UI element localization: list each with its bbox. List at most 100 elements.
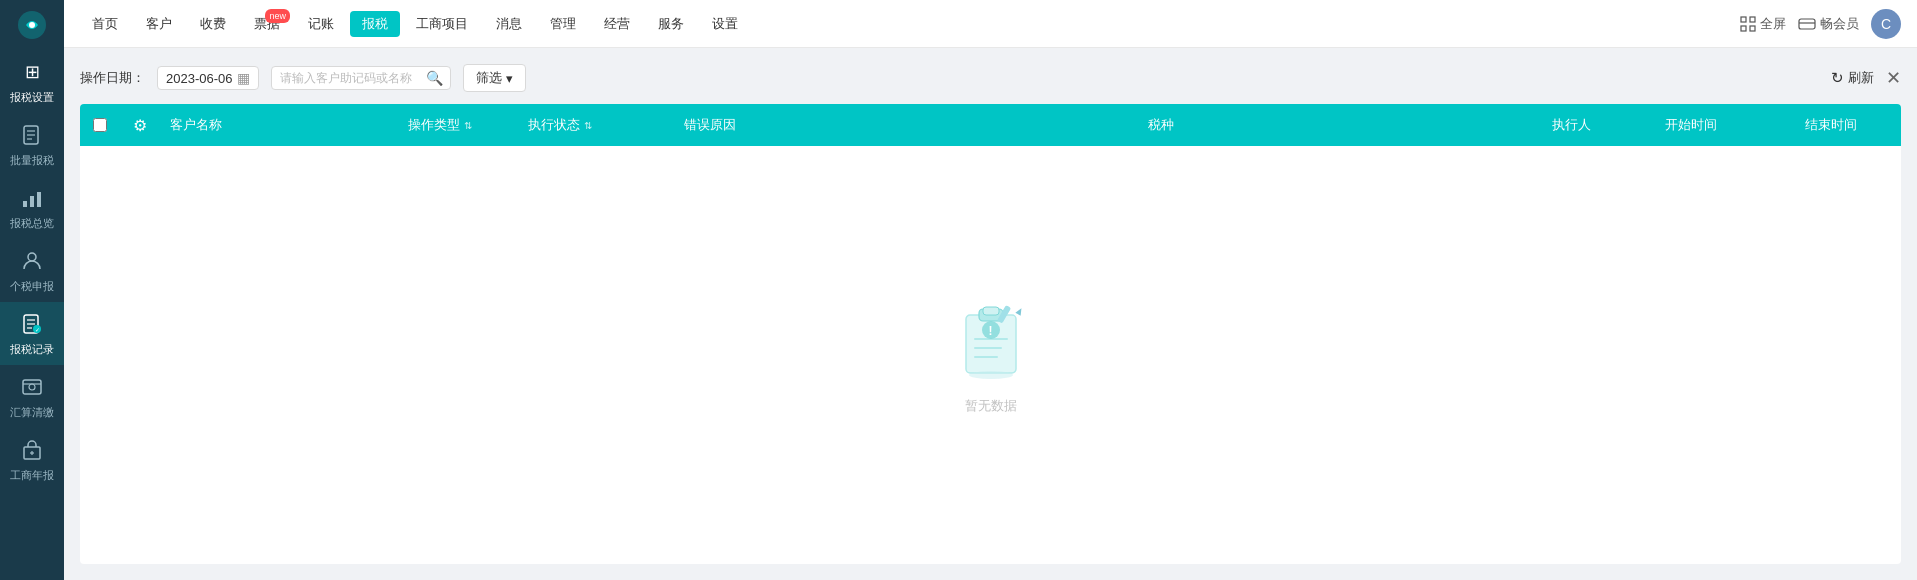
huisuan-jiaona-icon — [18, 373, 46, 401]
nav-item-piaoju[interactable]: 票据 new — [242, 11, 292, 37]
sidebar-item-label: 报税总览 — [10, 216, 54, 231]
svg-rect-26 — [1799, 19, 1815, 29]
refresh-button[interactable]: ↻ 刷新 — [1831, 69, 1874, 87]
svg-point-38 — [969, 371, 1013, 379]
sidebar-item-label: 报税设置 — [10, 90, 54, 105]
nav-item-baoshui[interactable]: 报税 — [350, 11, 400, 37]
sidebar-item-label: 工商年报 — [10, 468, 54, 483]
svg-point-9 — [28, 253, 36, 261]
svg-rect-23 — [1750, 17, 1755, 22]
sidebar-item-gesui-shenbao[interactable]: 个税申报 — [0, 239, 64, 302]
calendar-icon: ▦ — [237, 70, 250, 86]
gongshang-nianbao-icon — [18, 436, 46, 464]
piliang-baoshui-icon — [18, 121, 46, 149]
date-value: 2023-06-06 — [166, 71, 233, 86]
refresh-icon: ↻ — [1831, 69, 1844, 87]
svg-rect-16 — [23, 380, 41, 394]
date-label: 操作日期： — [80, 69, 145, 87]
new-badge: new — [265, 9, 290, 23]
table-body-empty: ! 暂无数据 — [80, 146, 1901, 564]
fullscreen-icon — [1740, 16, 1756, 32]
nav-items: 首页 客户 收费 票据 new 记账 报税 工商项目 消息 管理 经营 服务 设… — [80, 11, 1740, 37]
date-input-wrap[interactable]: 2023-06-06 ▦ — [157, 66, 259, 90]
sidebar-item-baoshui-zonlan[interactable]: 报税总览 — [0, 176, 64, 239]
content-area: 操作日期： 2023-06-06 ▦ 🔍 筛选 ▾ ↻ 刷新 — [64, 48, 1917, 580]
app-logo — [0, 0, 64, 50]
nav-item-fuwu[interactable]: 服务 — [646, 11, 696, 37]
th-zhixing-zhuangtai[interactable]: 执行状态 ⇅ — [500, 116, 620, 134]
sort-icon: ⇅ — [584, 120, 592, 131]
nav-item-shouye[interactable]: 首页 — [80, 11, 130, 37]
sort-icon: ⇅ — [464, 120, 472, 131]
search-input[interactable] — [280, 71, 420, 85]
chevron-down-icon: ▾ — [506, 71, 513, 86]
main-area: 首页 客户 收费 票据 new 记账 报税 工商项目 消息 管理 经营 服务 设… — [64, 0, 1917, 580]
member-button[interactable]: 畅会员 — [1798, 15, 1859, 33]
svg-marker-37 — [1015, 307, 1024, 316]
baoshui-jilu-icon: ✓ — [18, 310, 46, 338]
empty-text: 暂无数据 — [965, 397, 1017, 415]
nav-item-shoufei[interactable]: 收费 — [188, 11, 238, 37]
search-icon[interactable]: 🔍 — [426, 70, 443, 86]
top-nav: 首页 客户 收费 票据 new 记账 报税 工商项目 消息 管理 经营 服务 设… — [64, 0, 1917, 48]
th-checkbox[interactable] — [80, 118, 120, 132]
th-jieshu-shijian: 结束时间 — [1761, 116, 1901, 134]
sidebar-item-baoshui-jilu[interactable]: ✓ 报税记录 — [0, 302, 64, 365]
data-table: ⚙ 客户名称 操作类型 ⇅ 执行状态 ⇅ 错误原因 — [80, 104, 1901, 564]
member-icon — [1798, 16, 1816, 32]
th-caozuo-leixing[interactable]: 操作类型 ⇅ — [380, 116, 500, 134]
nav-item-xiaoxi[interactable]: 消息 — [484, 11, 534, 37]
search-input-wrap[interactable]: 🔍 — [271, 66, 451, 90]
th-zhixing-ren: 执行人 — [1521, 116, 1621, 134]
svg-rect-6 — [23, 201, 27, 207]
select-all-checkbox[interactable] — [93, 118, 107, 132]
nav-item-kehu[interactable]: 客户 — [134, 11, 184, 37]
user-avatar[interactable]: C — [1871, 9, 1901, 39]
svg-point-1 — [29, 22, 35, 28]
sidebar-item-label: 批量报税 — [10, 153, 54, 168]
refresh-label: 刷新 — [1848, 69, 1874, 87]
toolbar-right: ↻ 刷新 ✕ — [1831, 69, 1901, 87]
svg-rect-22 — [1741, 17, 1746, 22]
nav-item-jizhang[interactable]: 记账 — [296, 11, 346, 37]
nav-item-guanli[interactable]: 管理 — [538, 11, 588, 37]
sidebar-item-baoshui-shezhi[interactable]: ⊞ 报税设置 — [0, 50, 64, 113]
toolbar: 操作日期： 2023-06-06 ▦ 🔍 筛选 ▾ ↻ 刷新 — [80, 64, 1901, 92]
sidebar-item-label: 报税记录 — [10, 342, 54, 357]
th-cuowu-yuanyin: 错误原因 — [620, 116, 800, 134]
svg-rect-24 — [1741, 26, 1746, 31]
settings-icon[interactable]: ⚙ — [133, 116, 147, 135]
svg-rect-8 — [37, 192, 41, 207]
baoshui-shezhi-icon: ⊞ — [18, 58, 46, 86]
empty-state-svg: ! — [951, 295, 1031, 385]
svg-text:✓: ✓ — [35, 327, 40, 333]
filter-label: 筛选 — [476, 69, 502, 87]
fullscreen-label: 全屏 — [1760, 15, 1786, 33]
table-header: ⚙ 客户名称 操作类型 ⇅ 执行状态 ⇅ 错误原因 — [80, 104, 1901, 146]
sidebar-item-label: 汇算清缴 — [10, 405, 54, 420]
nav-item-jingying[interactable]: 经营 — [592, 11, 642, 37]
svg-rect-7 — [30, 196, 34, 207]
nav-item-shezhi[interactable]: 设置 — [700, 11, 750, 37]
th-shuizhong: 税种 — [800, 116, 1521, 134]
svg-point-17 — [29, 384, 35, 390]
th-settings[interactable]: ⚙ — [120, 116, 160, 135]
nav-item-gongshang-xiangmu[interactable]: 工商项目 — [404, 11, 480, 37]
th-kaishi-shijian: 开始时间 — [1621, 116, 1761, 134]
close-button[interactable]: ✕ — [1886, 69, 1901, 87]
gesui-shenbao-icon — [18, 247, 46, 275]
sidebar-item-huisuan-jiaona[interactable]: 汇算清缴 — [0, 365, 64, 428]
sidebar: ⊞ 报税设置 批量报税 报税总览 — [0, 0, 64, 580]
baoshui-zonlan-icon — [18, 184, 46, 212]
svg-rect-25 — [1750, 26, 1755, 31]
sidebar-item-label: 个税申报 — [10, 279, 54, 294]
svg-rect-30 — [983, 307, 999, 315]
empty-illustration: ! 暂无数据 — [951, 295, 1031, 415]
fullscreen-button[interactable]: 全屏 — [1740, 15, 1786, 33]
page-content: 操作日期： 2023-06-06 ▦ 🔍 筛选 ▾ ↻ 刷新 — [64, 48, 1917, 580]
sidebar-item-piliang-baoshui[interactable]: 批量报税 — [0, 113, 64, 176]
th-kehu-mingcheng: 客户名称 — [160, 116, 380, 134]
sidebar-item-gongshang-nianbao[interactable]: 工商年报 — [0, 428, 64, 491]
filter-button[interactable]: 筛选 ▾ — [463, 64, 526, 92]
top-nav-right: 全屏 畅会员 C — [1740, 9, 1901, 39]
